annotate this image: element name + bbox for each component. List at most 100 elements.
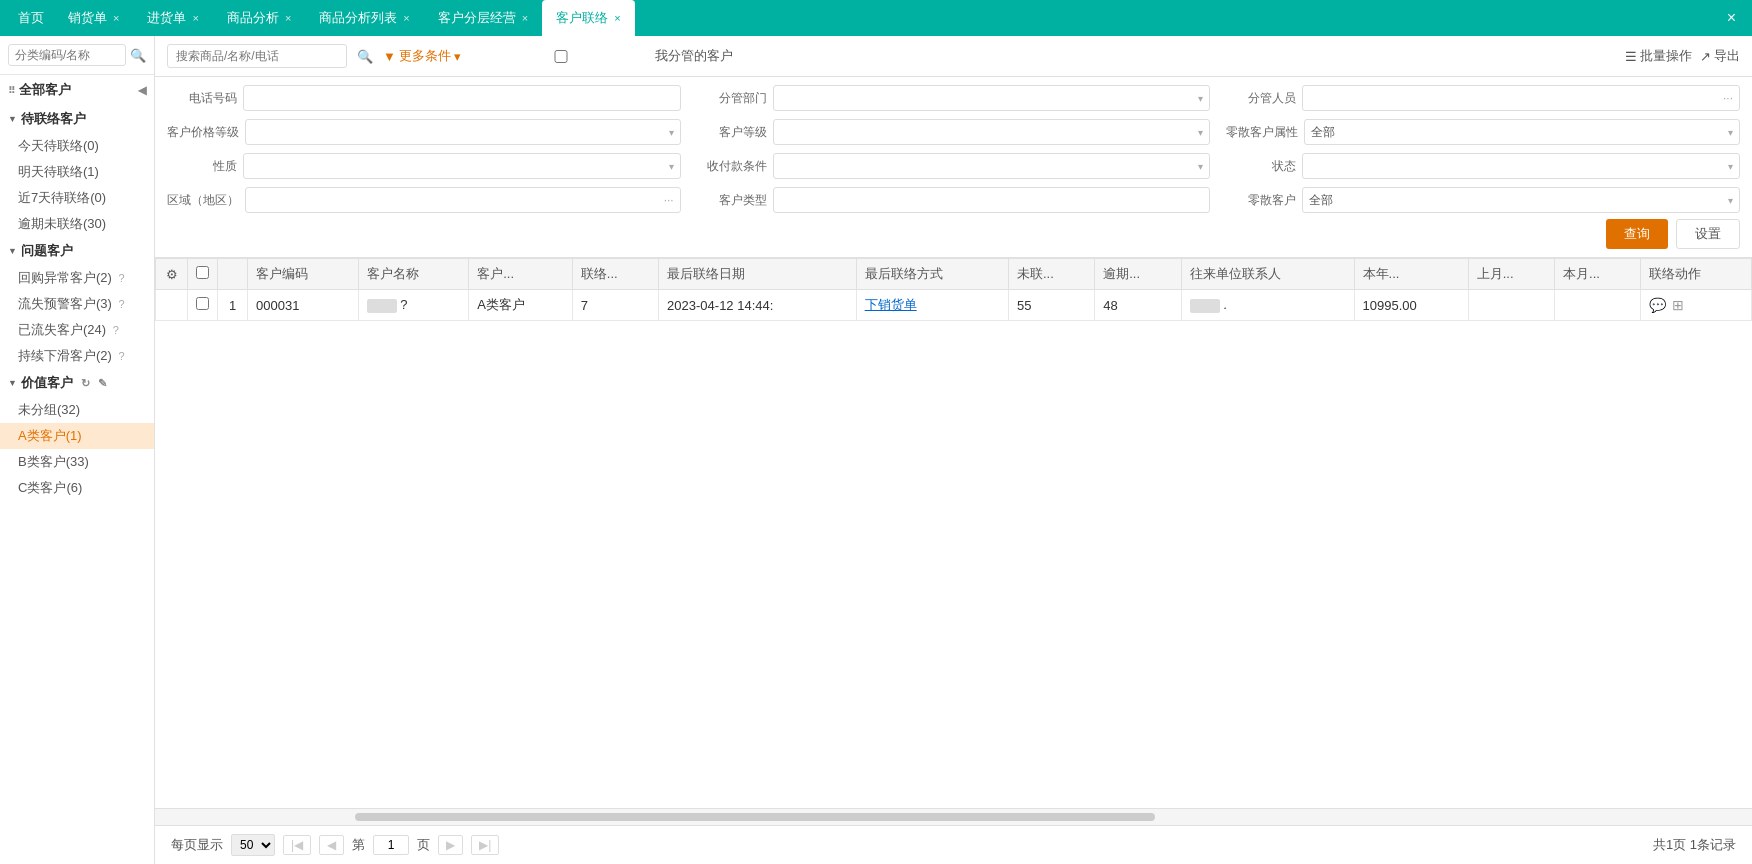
- help-icon-2[interactable]: ?: [119, 298, 125, 310]
- tab-analysis-list[interactable]: 商品分析列表 ×: [305, 0, 423, 36]
- sidebar-item-a-class[interactable]: A类客户(1): [0, 423, 154, 449]
- help-icon-3[interactable]: ?: [113, 324, 119, 336]
- price-level-select[interactable]: ▾: [245, 119, 681, 145]
- close-purchase-tab[interactable]: ×: [192, 12, 198, 24]
- filter-grid: 电话号码 分管部门 ▾ 分管人员 ···: [167, 85, 1740, 213]
- th-actions: 联络动作: [1641, 259, 1752, 290]
- select-all-checkbox[interactable]: [196, 266, 209, 279]
- sidebar-item-churned[interactable]: 已流失客户(24) ?: [0, 317, 154, 343]
- td-last-method[interactable]: 下销货单: [856, 290, 1008, 321]
- td-overdue: 48: [1095, 290, 1181, 321]
- triangle-icon: ▼: [8, 114, 17, 124]
- retail-select[interactable]: 全部 ▾: [1302, 187, 1740, 213]
- sidebar-group-value[interactable]: ▼ 价值客户 ↻ ✎: [0, 369, 154, 397]
- tab-purchase[interactable]: 进货单 ×: [133, 0, 212, 36]
- customer-level-select[interactable]: ▾: [773, 119, 1211, 145]
- horizontal-scrollbar[interactable]: [155, 808, 1752, 825]
- first-page-button[interactable]: |◀: [283, 835, 311, 855]
- prev-page-button[interactable]: ◀: [319, 835, 344, 855]
- edit-icon[interactable]: ✎: [98, 377, 107, 390]
- sidebar-search-input[interactable]: [8, 44, 126, 66]
- tab-analysis[interactable]: 商品分析 ×: [213, 0, 305, 36]
- per-page-select[interactable]: 50: [231, 834, 275, 856]
- manager-select[interactable]: ···: [1302, 85, 1740, 111]
- filter-row-price-level: 客户价格等级 ▾: [167, 119, 681, 145]
- help-icon-1[interactable]: ?: [119, 272, 125, 284]
- page-number-input[interactable]: [373, 835, 409, 855]
- sidebar-item-repurchase[interactable]: 回购异常客户(2) ?: [0, 265, 154, 291]
- retail-label: 零散客户: [1226, 192, 1296, 209]
- td-checkbox[interactable]: [188, 290, 218, 321]
- close-all-button[interactable]: ×: [1719, 9, 1744, 27]
- search-input[interactable]: [167, 44, 347, 68]
- nature-select[interactable]: ▾: [243, 153, 681, 179]
- manager-label: 分管人员: [1226, 90, 1296, 107]
- close-analysis-tab[interactable]: ×: [285, 12, 291, 24]
- close-customer-segment-tab[interactable]: ×: [522, 12, 528, 24]
- batch-op-button[interactable]: ☰ 批量操作: [1625, 47, 1692, 65]
- th-name: 客户名称: [358, 259, 469, 290]
- close-analysis-list-tab[interactable]: ×: [403, 12, 409, 24]
- more-filters-button[interactable]: ▼ 更多条件 ▾: [383, 47, 461, 65]
- sidebar-item-ungroup[interactable]: 未分组(32): [0, 397, 154, 423]
- tab-customer-contact[interactable]: 客户联络 ×: [542, 0, 634, 36]
- page-label: 第: [352, 836, 365, 854]
- last-method-link[interactable]: 下销货单: [865, 297, 917, 312]
- scroll-thumb[interactable]: [355, 813, 1155, 821]
- sidebar-item-overdue[interactable]: 逾期未联络(30): [0, 211, 154, 237]
- setting-button[interactable]: 设置: [1676, 219, 1740, 249]
- payment-select[interactable]: ▾: [773, 153, 1211, 179]
- th-contact-person: 往来单位联系人: [1181, 259, 1354, 290]
- sidebar-item-b-class[interactable]: B类客户(33): [0, 449, 154, 475]
- filter-row-nature: 性质 ▾: [167, 153, 681, 179]
- sidebar-search-icon[interactable]: 🔍: [130, 48, 146, 63]
- triangle-icon-2: ▼: [8, 246, 17, 256]
- region-dots-icon[interactable]: ···: [664, 193, 674, 207]
- export-button[interactable]: ↗ 导出: [1700, 47, 1740, 65]
- contact-person-text: .: [1223, 297, 1227, 312]
- filter-search-icon[interactable]: 🔍: [357, 49, 373, 64]
- customer-type-input[interactable]: [773, 187, 1211, 213]
- sidebar-item-tomorrow[interactable]: 明天待联络(1): [0, 159, 154, 185]
- refresh-icon[interactable]: ↻: [81, 377, 90, 390]
- manager-dots-icon[interactable]: ···: [1723, 91, 1733, 105]
- dept-select[interactable]: ▾: [773, 85, 1211, 111]
- retail-attr-select[interactable]: 全部 ▾: [1304, 119, 1740, 145]
- phone-input[interactable]: [243, 85, 681, 111]
- close-sales-tab[interactable]: ×: [113, 12, 119, 24]
- table-area: ⚙ 客户编码 客户名称 客户... 联络... 最后联络日期 最后联络方式 未联…: [155, 258, 1752, 808]
- grid-icon[interactable]: ⊞: [1672, 297, 1684, 313]
- sidebar-group-pending[interactable]: ▼ 待联络客户: [0, 105, 154, 133]
- help-icon-4[interactable]: ?: [119, 350, 125, 362]
- th-last-month: 上月...: [1468, 259, 1554, 290]
- th-checkbox[interactable]: [188, 259, 218, 290]
- sidebar-item-declining[interactable]: 持续下滑客户(2) ?: [0, 343, 154, 369]
- th-num: [218, 259, 248, 290]
- th-last-date: 最后联络日期: [659, 259, 857, 290]
- my-customers-checkbox[interactable]: [471, 50, 651, 63]
- last-page-button[interactable]: ▶|: [471, 835, 499, 855]
- next-page-button[interactable]: ▶: [438, 835, 463, 855]
- td-contact: 7: [572, 290, 658, 321]
- td-name[interactable]: ?: [358, 290, 469, 321]
- tab-customer-segment[interactable]: 客户分层经营 ×: [424, 0, 542, 36]
- sidebar-item-today[interactable]: 今天待联络(0): [0, 133, 154, 159]
- sidebar-all-customers[interactable]: ⠿ 全部客户 ◀: [0, 75, 154, 105]
- status-select[interactable]: ▾: [1302, 153, 1740, 179]
- sidebar-item-churn-warning[interactable]: 流失预警客户(3) ?: [0, 291, 154, 317]
- tab-sales[interactable]: 销货单 ×: [54, 0, 133, 36]
- close-customer-contact-tab[interactable]: ×: [614, 12, 620, 24]
- th-code: 客户编码: [248, 259, 359, 290]
- filter-row-phone: 电话号码: [167, 85, 681, 111]
- nav-home[interactable]: 首页: [8, 0, 54, 36]
- row-checkbox[interactable]: [196, 297, 209, 310]
- sidebar-item-c-class[interactable]: C类客户(6): [0, 475, 154, 501]
- sidebar-item-7days[interactable]: 近7天待联络(0): [0, 185, 154, 211]
- th-settings[interactable]: ⚙: [156, 259, 188, 290]
- td-no-contact: 55: [1008, 290, 1094, 321]
- query-button[interactable]: 查询: [1606, 219, 1668, 249]
- th-overdue: 逾期...: [1095, 259, 1181, 290]
- chat-icon[interactable]: 💬: [1649, 297, 1666, 313]
- sidebar-group-problem[interactable]: ▼ 问题客户: [0, 237, 154, 265]
- region-select[interactable]: ···: [245, 187, 681, 213]
